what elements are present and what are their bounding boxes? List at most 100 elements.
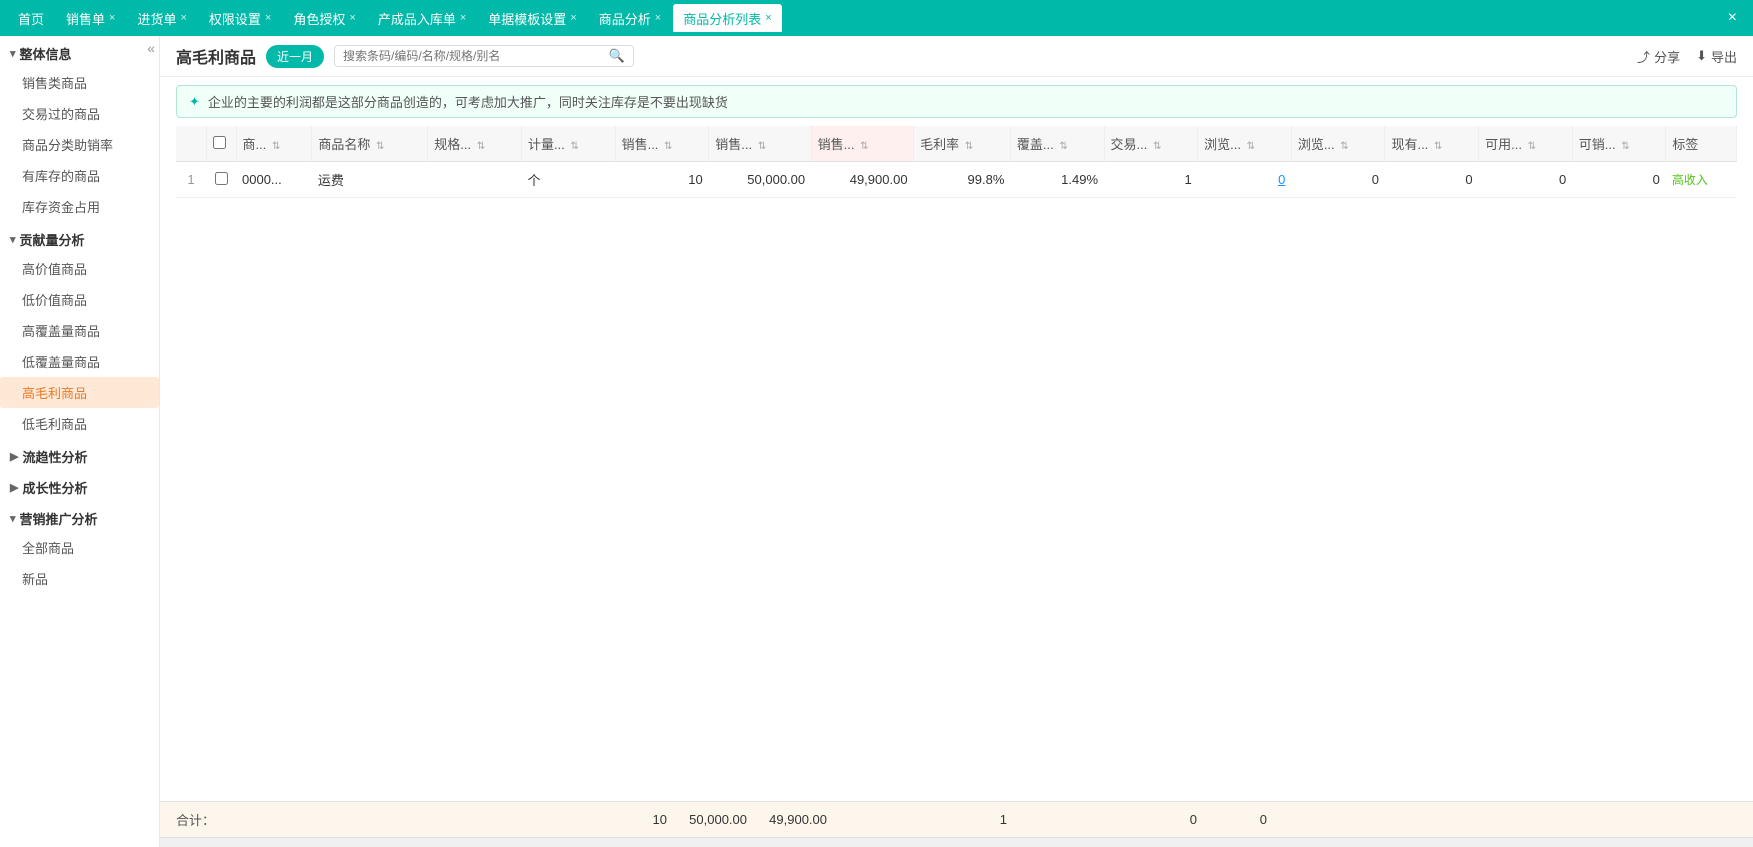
th-sales-profit-label: 销售...: [818, 137, 855, 152]
nav-item-template[interactable]: 单据模板设置 ×: [478, 4, 586, 32]
table-footer: 合计： 10 50,000.00 49,900.00 1 0 0: [160, 801, 1753, 837]
browse1-link[interactable]: 0: [1278, 172, 1285, 187]
share-button[interactable]: ⤴ 分享: [1637, 47, 1680, 66]
sort-icon-spec: ⇅: [477, 141, 485, 152]
nav-item-permission[interactable]: 权限设置 ×: [199, 4, 281, 32]
th-tag[interactable]: 标签: [1666, 126, 1737, 162]
nav-item-sales[interactable]: 销售单 ×: [56, 4, 125, 32]
table-header-row: 商... ⇅ 商品名称 ⇅ 规格... ⇅ 计量...: [176, 126, 1737, 162]
th-sales-qty[interactable]: 销售... ⇅: [615, 126, 709, 162]
cell-available-stock: 0: [1479, 162, 1573, 198]
search-input[interactable]: [343, 49, 603, 63]
nav-item-role[interactable]: 角色授权 ×: [283, 4, 365, 32]
sidebar-group-growth[interactable]: ▶ 成长性分析: [0, 470, 159, 501]
filter-recent-month-button[interactable]: 近一月: [266, 45, 324, 68]
nav-close-role[interactable]: ×: [349, 12, 355, 24]
sidebar-item-high-margin[interactable]: 高毛利商品: [0, 377, 159, 408]
nav-label-home: 首页: [18, 9, 44, 28]
nav-item-analysis-list[interactable]: 商品分析列表 ×: [673, 4, 781, 32]
sort-icon-name: ⇅: [376, 141, 384, 152]
nav-close-analysis[interactable]: ×: [655, 12, 661, 24]
th-name[interactable]: 商品名称 ⇅: [312, 126, 428, 162]
sort-icon-sales-profit: ⇅: [860, 141, 868, 152]
nav-close-analysis-list[interactable]: ×: [765, 12, 771, 24]
th-check: [206, 126, 236, 162]
th-available-stock-label: 可用...: [1485, 137, 1522, 152]
sidebar-item-all-goods[interactable]: 全部商品: [0, 532, 159, 563]
th-sales-amount-label: 销售...: [715, 137, 752, 152]
th-spec[interactable]: 规格... ⇅: [428, 126, 522, 162]
th-sales-profit[interactable]: 销售... ⇅: [811, 126, 913, 162]
header-right: ⤴ 分享 ⬇ 导出: [1637, 47, 1737, 66]
th-code[interactable]: 商... ⇅: [236, 126, 312, 162]
search-icon[interactable]: 🔍: [609, 48, 625, 64]
nav-close-template[interactable]: ×: [570, 12, 576, 24]
th-transactions-label: 交易...: [1111, 137, 1148, 152]
nav-close-all-button[interactable]: ×: [1720, 9, 1745, 27]
bottom-scrollbar[interactable]: [160, 837, 1753, 847]
nav-close-purchase[interactable]: ×: [180, 12, 186, 24]
nav-label-analysis: 商品分析: [599, 9, 651, 28]
sidebar-group-marketing-label: 营销推广分析: [20, 509, 98, 528]
sidebar-item-stock-fund[interactable]: 库存资金占用: [0, 191, 159, 222]
th-browse2[interactable]: 浏览... ⇅: [1291, 126, 1385, 162]
th-spec-label: 规格...: [434, 137, 471, 152]
sidebar-group-contribution-label: 贡献量分析: [20, 230, 85, 249]
content-area: 高毛利商品 近一月 🔍 ⤴ 分享 ⬇ 导出 ✦ 企业的主要的利润都是这部分商品创…: [160, 36, 1753, 847]
th-saleable-stock[interactable]: 可销... ⇅: [1572, 126, 1666, 162]
row-checkbox[interactable]: [215, 172, 228, 185]
th-browse1[interactable]: 浏览... ⇅: [1198, 126, 1292, 162]
th-available-stock[interactable]: 可用... ⇅: [1479, 126, 1573, 162]
sidebar-item-high-coverage[interactable]: 高覆盖量商品: [0, 315, 159, 346]
sort-icon-browse2: ⇅: [1340, 141, 1348, 152]
th-transactions[interactable]: 交易... ⇅: [1104, 126, 1198, 162]
nav-close-sales[interactable]: ×: [109, 12, 115, 24]
th-gross-margin[interactable]: 毛利率 ⇅: [914, 126, 1011, 162]
group-arrow-contribution: ▾: [10, 233, 16, 246]
sidebar-item-category-rate[interactable]: 商品分类助销率: [0, 129, 159, 160]
nav-item-purchase[interactable]: 进货单 ×: [127, 4, 196, 32]
group-arrow-marketing: ▾: [10, 512, 16, 525]
sort-icon-browse1: ⇅: [1247, 141, 1255, 152]
th-code-label: 商...: [243, 137, 267, 152]
th-coverage[interactable]: 覆盖... ⇅: [1010, 126, 1104, 162]
sidebar-group-marketing[interactable]: ▾ 营销推广分析: [0, 501, 159, 532]
cell-index: 1: [176, 162, 206, 198]
sidebar-group-contribution[interactable]: ▾ 贡献量分析: [0, 222, 159, 253]
sidebar-group-overall[interactable]: ▾ 整体信息: [0, 36, 159, 67]
content-title: 高毛利商品: [176, 44, 256, 68]
sidebar-item-new-goods[interactable]: 新品: [0, 563, 159, 594]
nav-item-home[interactable]: 首页: [8, 4, 54, 32]
share-icon: ⤴: [1637, 47, 1650, 66]
sidebar-item-low-value[interactable]: 低价值商品: [0, 284, 159, 315]
export-button[interactable]: ⬇ 导出: [1696, 47, 1737, 66]
sidebar-group-trend[interactable]: ▶ 流趋性分析: [0, 439, 159, 470]
th-unit[interactable]: 计量... ⇅: [521, 126, 615, 162]
select-all-checkbox[interactable]: [213, 136, 226, 149]
nav-close-production[interactable]: ×: [460, 12, 466, 24]
sidebar-item-sales-goods[interactable]: 销售类商品: [0, 67, 159, 98]
cell-check[interactable]: [206, 162, 236, 198]
sidebar-item-high-value[interactable]: 高价值商品: [0, 253, 159, 284]
tag-high-badge: 高收入: [1672, 173, 1708, 187]
nav-close-permission[interactable]: ×: [265, 12, 271, 24]
nav-item-production[interactable]: 产成品入库单 ×: [368, 4, 476, 32]
th-saleable-stock-label: 可销...: [1579, 137, 1616, 152]
footer-label: 合计：: [176, 810, 215, 829]
th-current-stock[interactable]: 现有... ⇅: [1385, 126, 1479, 162]
sidebar-item-in-stock[interactable]: 有库存的商品: [0, 160, 159, 191]
th-browse2-label: 浏览...: [1298, 137, 1335, 152]
cell-saleable-stock: 0: [1572, 162, 1666, 198]
th-sales-amount[interactable]: 销售... ⇅: [709, 126, 811, 162]
nav-item-analysis[interactable]: 商品分析 ×: [589, 4, 671, 32]
top-nav: 首页 销售单 × 进货单 × 权限设置 × 角色授权 × 产成品入库单 × 单据…: [0, 0, 1753, 36]
footer-transactions: 1: [953, 812, 1013, 827]
sidebar-collapse-button[interactable]: «: [147, 40, 155, 56]
search-box: 🔍: [334, 45, 634, 67]
cell-sales-profit: 49,900.00: [811, 162, 913, 198]
sidebar-item-low-margin[interactable]: 低毛利商品: [0, 408, 159, 439]
sidebar-item-traded-goods[interactable]: 交易过的商品: [0, 98, 159, 129]
cell-browse1[interactable]: 0: [1198, 162, 1292, 198]
sidebar-item-low-coverage[interactable]: 低覆盖量商品: [0, 346, 159, 377]
sort-icon-current-stock: ⇅: [1434, 141, 1442, 152]
